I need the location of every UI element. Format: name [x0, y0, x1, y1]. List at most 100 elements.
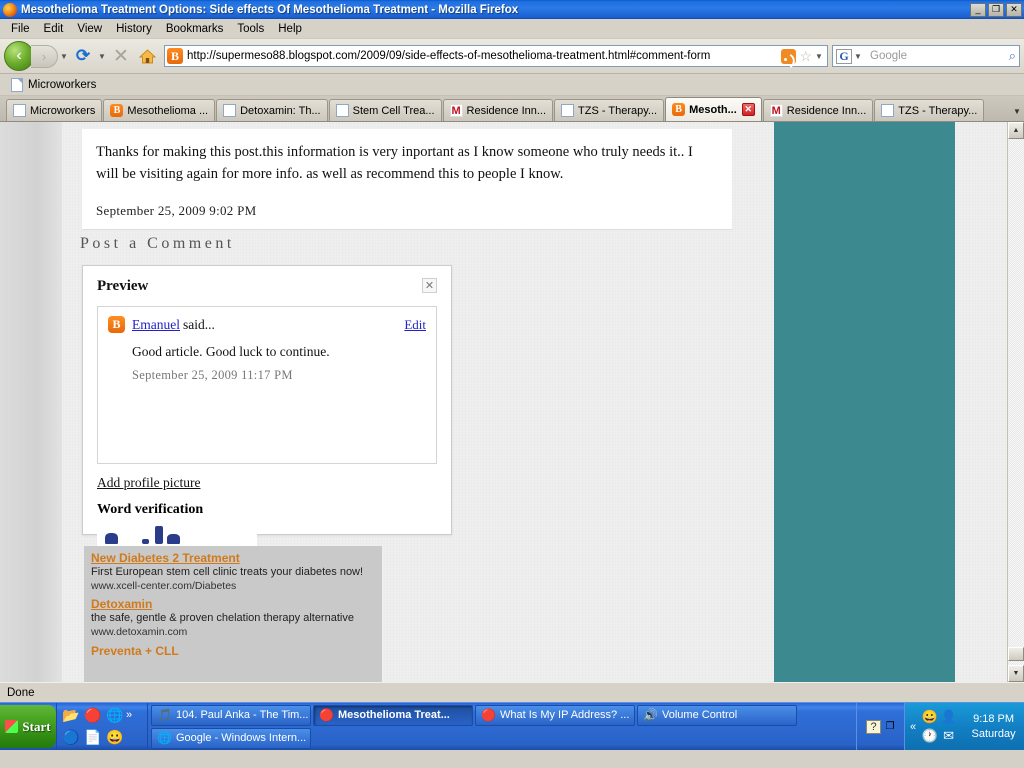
search-input[interactable]: Google — [864, 50, 1009, 62]
menubar: File Edit View History Bookmarks Tools H… — [0, 19, 1024, 39]
url-bar[interactable]: B http://supermeso88.blogspot.com/2009/0… — [164, 45, 828, 67]
menu-bookmarks[interactable]: Bookmarks — [159, 21, 231, 37]
marriott-icon: M — [449, 104, 463, 117]
show-desktop-icon[interactable]: 📂 — [61, 706, 81, 726]
media-icon[interactable]: 📄 — [83, 728, 103, 748]
taskbar-button-paul-anka[interactable]: 🎵 104. Paul Anka - The Tim... — [151, 704, 311, 726]
status-bar: Done — [0, 682, 1024, 702]
windows-flag-icon — [5, 720, 19, 733]
ad-title-link[interactable]: New Diabetes 2 Treatment — [91, 551, 375, 566]
firefox-icon[interactable]: 🔴 — [83, 706, 103, 726]
document-icon — [223, 104, 237, 117]
internet-explorer-icon[interactable]: 🌐 — [105, 706, 125, 726]
taskbar-button-label: Volume Control — [662, 709, 738, 721]
taskbar-button-mesothelioma[interactable]: 🔴 Mesothelioma Treat... — [313, 704, 473, 726]
help-icon[interactable]: ? — [866, 719, 881, 734]
preview-title: Preview — [97, 278, 149, 294]
clock-icon[interactable]: 🕐 — [920, 727, 939, 746]
tab-tzs-therapy-2[interactable]: TZS - Therapy... — [874, 99, 985, 121]
quick-launch-bar: 📂 🔴 🌐 » 🔵 📄 😀 — [56, 703, 148, 750]
preview-comment-body: Good article. Good luck to continue. — [132, 344, 330, 359]
network-icon[interactable]: ❐ — [886, 721, 895, 732]
ad-description: the safe, gentle & proven chelation ther… — [91, 612, 354, 625]
taskbar-button-label: 104. Paul Anka - The Tim... — [176, 709, 309, 721]
menu-history[interactable]: History — [109, 21, 159, 37]
opera-icon[interactable]: 🔵 — [61, 728, 81, 748]
taskbar-clock[interactable]: 9:18 PM Saturday — [968, 712, 1019, 742]
tab-label: TZS - Therapy... — [578, 104, 658, 117]
tab-stem-cell[interactable]: Stem Cell Trea... — [328, 99, 442, 121]
home-button[interactable] — [134, 43, 160, 69]
restore-button[interactable]: ❐ — [988, 2, 1004, 17]
page-content-column: Thanks for making this post.this informa… — [62, 122, 774, 682]
menu-help[interactable]: Help — [271, 21, 309, 37]
clock-day: Saturday — [971, 727, 1016, 740]
smiley-icon[interactable]: 😀 — [920, 708, 939, 727]
taskbar-button-google-ie[interactable]: 🌐 Google - Windows Intern... — [151, 727, 311, 749]
search-icon[interactable]: ⌕ — [1009, 48, 1016, 64]
rss-feed-icon[interactable] — [781, 48, 797, 64]
taskbar-button-ip-address[interactable]: 🔴 What Is My IP Address? ... — [475, 704, 635, 726]
tab-tzs-therapy-1[interactable]: TZS - Therapy... — [554, 99, 665, 121]
tab-mesothelioma-1[interactable]: B Mesothelioma ... — [103, 99, 216, 121]
reload-dropdown-icon[interactable]: ▼ — [96, 52, 108, 61]
google-engine-icon[interactable]: G — [836, 48, 852, 64]
page-sidebar-column — [774, 122, 955, 682]
bookmark-star-icon[interactable]: ☆ — [799, 48, 812, 65]
scrollbar-thumb[interactable] — [1008, 647, 1024, 661]
menu-file[interactable]: File — [4, 21, 37, 37]
quicklaunch-overflow-icon[interactable]: » — [126, 705, 132, 721]
search-engine-dropdown-icon[interactable]: ▼ — [852, 52, 864, 61]
start-button[interactable]: Start — [0, 705, 56, 748]
tab-microworkers[interactable]: Microworkers — [6, 99, 103, 121]
taskbar-button-volume-control[interactable]: 🔊 Volume Control — [637, 704, 797, 726]
reload-button[interactable]: ⟳ — [70, 43, 96, 69]
preview-close-button[interactable]: ✕ — [422, 278, 437, 293]
scroll-down-button[interactable]: ▼ — [1008, 665, 1024, 682]
stop-button[interactable]: ✕ — [108, 43, 134, 69]
forward-button[interactable]: › — [31, 44, 58, 68]
document-icon — [11, 77, 23, 92]
menu-edit[interactable]: Edit — [37, 21, 71, 37]
tab-mesothelioma-active[interactable]: B Mesoth... ✕ — [665, 97, 762, 121]
tab-label: Residence Inn... — [466, 104, 547, 117]
vertical-scrollbar[interactable]: ▲ ▼ — [1007, 122, 1024, 682]
tab-residence-inn-2[interactable]: M Residence Inn... — [762, 99, 874, 121]
start-label: Start — [22, 718, 51, 734]
comment-author-link[interactable]: Emanuel — [132, 317, 180, 333]
search-bar[interactable]: G ▼ Google ⌕ — [832, 45, 1020, 67]
blogger-icon: B — [672, 103, 686, 116]
media-player-icon: 🎵 — [157, 708, 172, 722]
comment-edit-link[interactable]: Edit — [404, 317, 426, 333]
urlbar-dropdown-icon[interactable]: ▼ — [813, 52, 825, 61]
bookmarks-toolbar: Microworkers — [0, 74, 1024, 96]
scrollbar-track[interactable] — [1008, 139, 1024, 665]
document-icon — [13, 104, 26, 117]
mail-icon[interactable]: ✉ — [939, 727, 958, 746]
back-button[interactable]: ‹ — [4, 41, 34, 71]
ad-title-link[interactable]: Preventa + CLL — [91, 644, 375, 659]
scroll-up-button[interactable]: ▲ — [1008, 122, 1024, 139]
tab-close-button[interactable]: ✕ — [741, 103, 755, 116]
bookmark-item-microworkers[interactable]: Microworkers — [6, 77, 101, 93]
tab-residence-inn-1[interactable]: M Residence Inn... — [442, 99, 554, 121]
history-dropdown-icon[interactable]: ▼ — [58, 52, 70, 61]
url-input[interactable]: http://supermeso88.blogspot.com/2009/09/… — [187, 50, 779, 62]
minimize-button[interactable]: _ — [970, 2, 986, 17]
ad-title-link[interactable]: Detoxamin — [91, 597, 375, 612]
msn-messenger-icon[interactable]: 😀 — [105, 728, 125, 748]
preview-comment-box: B Emanuel said... Edit Good article. Goo… — [97, 306, 437, 464]
menu-tools[interactable]: Tools — [230, 21, 271, 37]
page-left-margin — [0, 122, 62, 682]
status-text: Done — [7, 686, 35, 699]
taskbar-button-label: Mesothelioma Treat... — [338, 709, 450, 721]
tab-detoxamin[interactable]: Detoxamin: Th... — [216, 99, 328, 121]
close-button[interactable]: ✕ — [1006, 2, 1022, 17]
task-window-buttons: 🎵 104. Paul Anka - The Tim... 🔴 Mesothel… — [148, 703, 856, 750]
tab-overflow-icon[interactable]: ▼ — [1010, 107, 1024, 121]
tab-label: TZS - Therapy... — [898, 104, 978, 117]
menu-view[interactable]: View — [70, 21, 109, 37]
msn-icon[interactable]: 👤 — [939, 708, 958, 727]
tray-expand-chevron-icon[interactable]: « — [910, 721, 916, 733]
add-profile-picture-link[interactable]: Add profile picture — [97, 475, 437, 491]
